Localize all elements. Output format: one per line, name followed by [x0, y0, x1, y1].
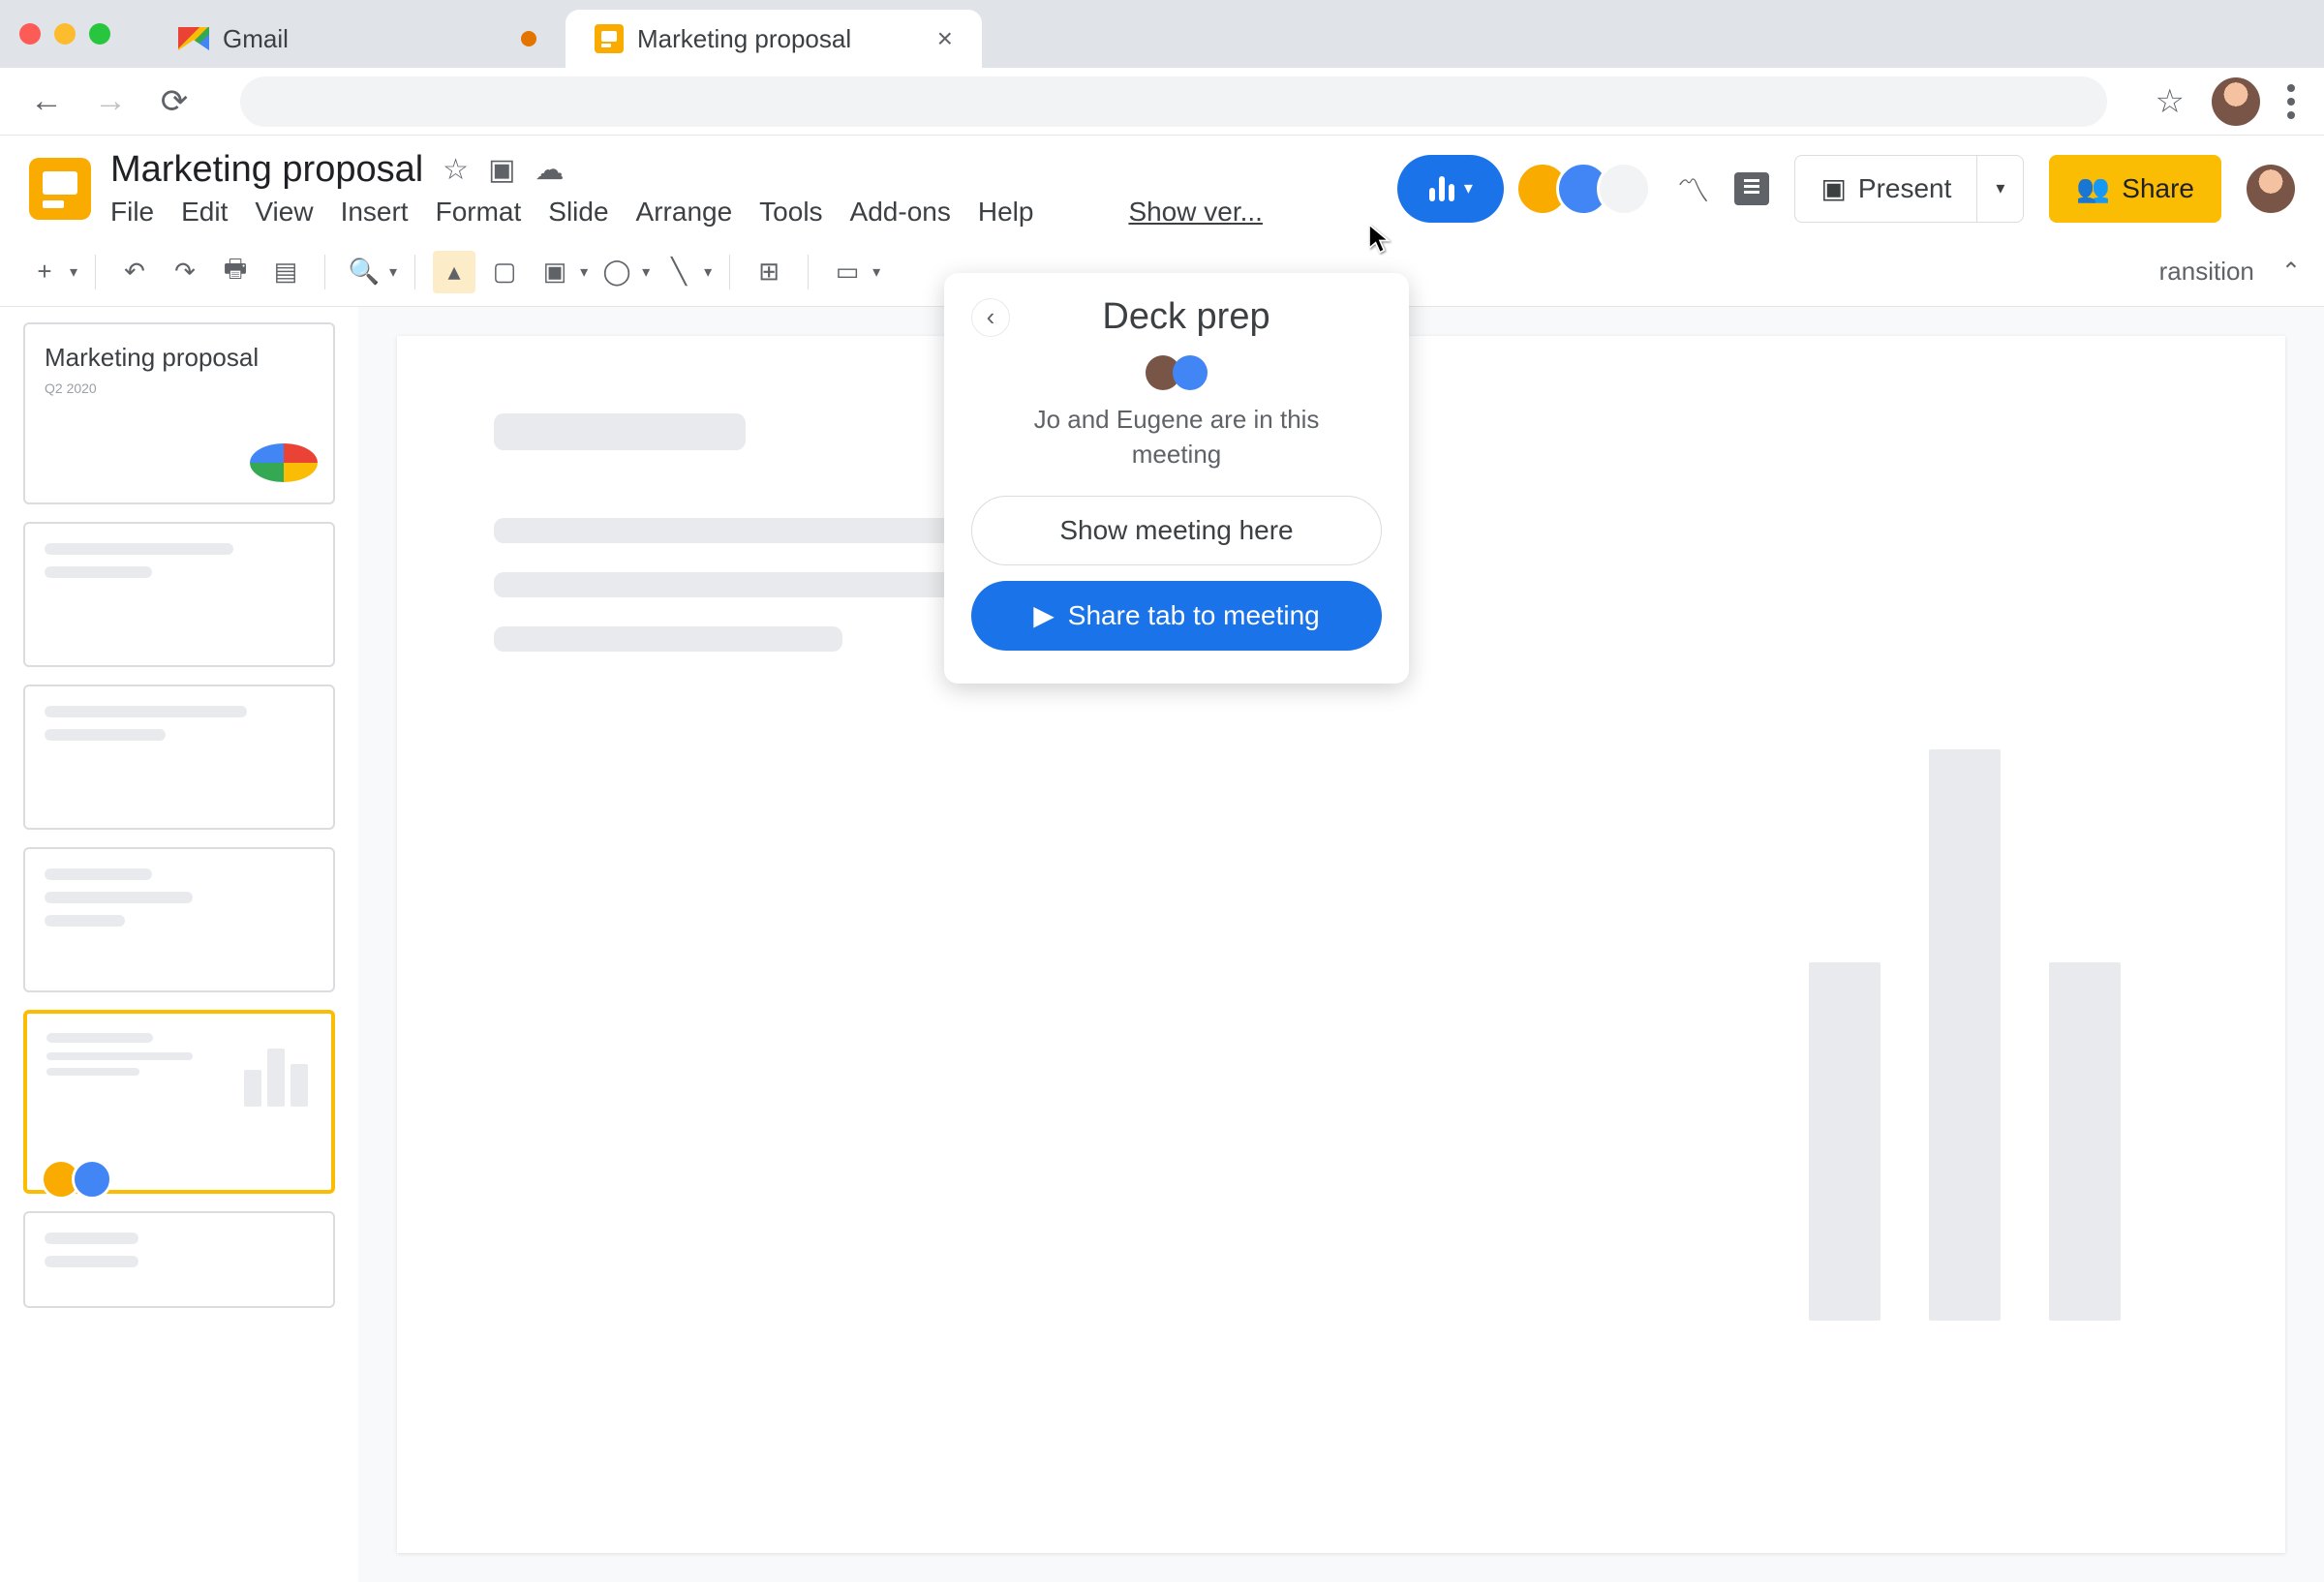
placeholder-text	[494, 413, 746, 450]
line-tool[interactable]: ╲	[657, 251, 700, 293]
close-window-icon[interactable]	[19, 23, 41, 45]
menu-help[interactable]: Help	[978, 197, 1034, 228]
transition-label[interactable]: ransition	[2159, 257, 2254, 287]
present-button[interactable]: ▣ Present	[1794, 155, 1977, 223]
browser-menu-icon[interactable]	[2287, 84, 2295, 119]
image-tool[interactable]: ▣	[534, 251, 576, 293]
reload-icon[interactable]: ⟳	[157, 84, 192, 119]
browser-tab-gmail[interactable]: Gmail	[149, 10, 566, 68]
profile-avatar[interactable]	[2212, 77, 2260, 126]
share-button[interactable]: 👥 Share	[2049, 155, 2221, 223]
tab-badge-icon	[521, 31, 536, 46]
present-icon: ▣	[1820, 172, 1846, 204]
browser-tab-slides[interactable]: Marketing proposal ×	[566, 10, 982, 68]
chevron-down-icon[interactable]: ▾	[70, 262, 77, 282]
share-people-icon: 👥	[2076, 172, 2110, 204]
menu-slide[interactable]: Slide	[548, 197, 608, 228]
back-icon[interactable]: ←	[29, 84, 64, 119]
print-button[interactable]: 🖶	[214, 251, 257, 293]
present-label: Present	[1858, 173, 1952, 204]
chevron-down-icon: ▾	[1464, 178, 1473, 198]
comment-tool[interactable]: ⊞	[748, 251, 790, 293]
chevron-down-icon[interactable]: ▾	[704, 262, 712, 282]
zoom-button[interactable]: 🔍	[343, 251, 385, 293]
redo-button[interactable]: ↷	[164, 251, 206, 293]
paint-format-button[interactable]: ▤	[264, 251, 307, 293]
present-dropdown[interactable]: ▾	[1977, 155, 2024, 223]
collapse-chevron-icon[interactable]: ⌃	[2281, 258, 2301, 286]
show-meeting-here-button[interactable]: Show meeting here	[971, 496, 1382, 565]
meeting-participants-avatars	[971, 355, 1382, 390]
menu-arrange[interactable]: Arrange	[636, 197, 733, 228]
slides-logo-icon[interactable]	[29, 158, 91, 220]
app-header: Marketing proposal ☆ ▣ ☁ File Edit View …	[0, 136, 2324, 237]
show-version-link[interactable]: Show ver...	[1128, 197, 1263, 228]
move-folder-icon[interactable]: ▣	[488, 153, 515, 187]
placeholder-text	[494, 626, 842, 652]
share-tab-to-meeting-button[interactable]: ▶ Share tab to meeting	[971, 581, 1382, 651]
chevron-down-icon[interactable]: ▾	[872, 262, 880, 282]
menu-tools[interactable]: Tools	[759, 197, 822, 228]
minimize-window-icon[interactable]	[54, 23, 76, 45]
slide-presence-avatars	[41, 1159, 112, 1200]
select-tool[interactable]: ▴	[433, 251, 475, 293]
menu-addons[interactable]: Add-ons	[850, 197, 951, 228]
tab-label: Gmail	[223, 24, 507, 54]
forward-icon[interactable]: →	[93, 84, 128, 119]
fullscreen-window-icon[interactable]	[89, 23, 110, 45]
os-tab-bar: Gmail Marketing proposal ×	[0, 0, 2324, 68]
slides-icon	[595, 24, 624, 53]
placeholder-bar-chart	[1809, 749, 2121, 1321]
account-avatar[interactable]	[2247, 165, 2295, 213]
new-slide-button[interactable]: +	[23, 251, 66, 293]
meet-call-button[interactable]: ▾	[1397, 155, 1504, 223]
cloud-saved-icon[interactable]: ☁	[535, 153, 564, 187]
menu-edit[interactable]: Edit	[181, 197, 228, 228]
star-outline-icon[interactable]: ☆	[443, 153, 469, 187]
popover-title: Deck prep	[1029, 296, 1382, 338]
collaborator-avatars[interactable]	[1529, 162, 1651, 216]
menu-insert[interactable]: Insert	[341, 197, 409, 228]
activity-trend-icon[interactable]: 〽	[1676, 165, 1709, 212]
textbox-tool[interactable]: ▢	[483, 251, 526, 293]
browser-nav: ← → ⟳ ☆	[0, 68, 2324, 136]
menu-format[interactable]: Format	[436, 197, 522, 228]
shape-tool[interactable]: ◯	[596, 251, 638, 293]
menu-file[interactable]: File	[110, 197, 154, 228]
tab-label: Marketing proposal	[637, 24, 924, 54]
document-title[interactable]: Marketing proposal	[110, 149, 423, 191]
audio-bars-icon	[1429, 176, 1454, 201]
present-to-meeting-icon: ▶	[1033, 599, 1055, 631]
thumb-chart-icon	[244, 1049, 308, 1107]
thumb-subtitle: Q2 2020	[45, 380, 314, 396]
share-label: Share	[2122, 173, 2194, 204]
address-bar[interactable]	[240, 76, 2107, 127]
slide-thumbnail[interactable]	[23, 522, 335, 667]
slide-thumbnail[interactable]	[23, 847, 335, 992]
menu-view[interactable]: View	[255, 197, 313, 228]
slide-thumbnail[interactable]: Marketing proposal Q2 2020	[23, 322, 335, 504]
popover-subtitle: Jo and Eugene are in this meeting	[1010, 402, 1343, 472]
thumb-title: Marketing proposal	[45, 342, 314, 375]
popover-back-button[interactable]: ‹	[971, 298, 1010, 337]
google-cloud-icon	[250, 439, 318, 487]
chevron-down-icon[interactable]: ▾	[389, 262, 397, 282]
avatar	[1597, 162, 1651, 216]
slide-thumbnail[interactable]	[23, 1211, 335, 1308]
meet-popover: ‹ Deck prep Jo and Eugene are in this me…	[944, 273, 1409, 684]
undo-button[interactable]: ↶	[113, 251, 156, 293]
menu-bar: File Edit View Insert Format Slide Arran…	[110, 197, 1263, 228]
slide-filmstrip[interactable]: Marketing proposal Q2 2020	[0, 307, 358, 1582]
comments-icon[interactable]	[1734, 172, 1769, 205]
bookmark-star-icon[interactable]: ☆	[2156, 82, 2185, 121]
gmail-icon	[178, 27, 209, 50]
background-button[interactable]: ▭	[826, 251, 869, 293]
slide-thumbnail-selected[interactable]	[23, 1010, 335, 1194]
close-tab-icon[interactable]: ×	[937, 23, 953, 54]
chevron-down-icon[interactable]: ▾	[642, 262, 650, 282]
window-traffic-lights	[19, 23, 110, 45]
chevron-down-icon[interactable]: ▾	[580, 262, 588, 282]
mouse-cursor-icon	[1369, 225, 1391, 254]
slide-thumbnail[interactable]	[23, 685, 335, 830]
